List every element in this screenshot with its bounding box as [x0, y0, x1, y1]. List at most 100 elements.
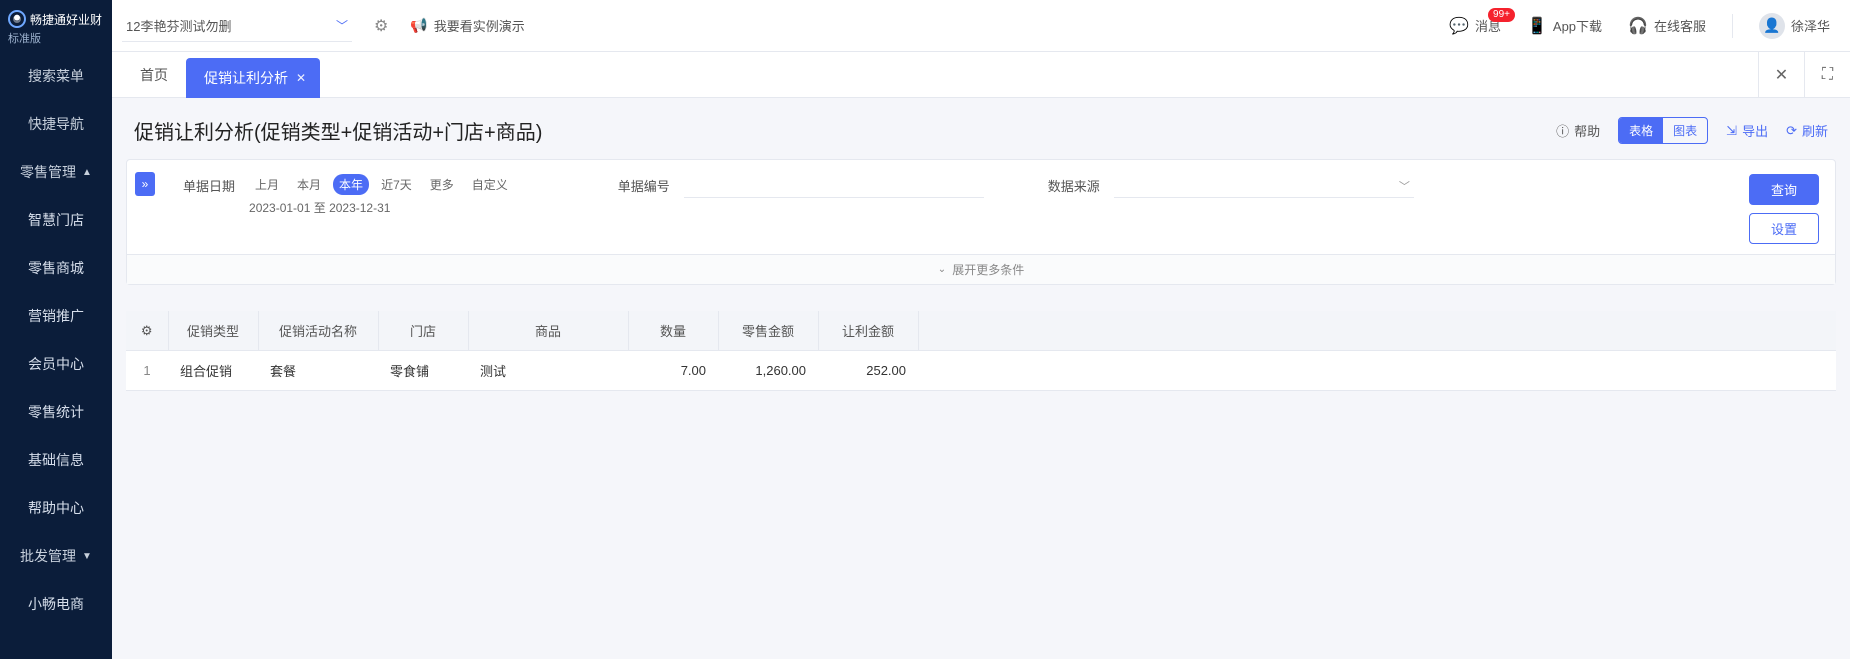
- export-button[interactable]: ⇲ 导出: [1726, 121, 1768, 140]
- refresh-label: 刷新: [1802, 121, 1828, 140]
- doc-no-input[interactable]: [684, 174, 984, 198]
- double-chevron-down-icon: ⌄: [938, 264, 946, 275]
- cell-discount: 252.00: [818, 351, 918, 391]
- filter-panel: » 单据日期 上月 本月 本年 近7天 更多 自定义: [126, 159, 1836, 285]
- col-discount: 让利金额: [818, 311, 918, 351]
- view-chart-button[interactable]: 图表: [1663, 118, 1707, 143]
- col-promo-type: 促销类型: [168, 311, 258, 351]
- tab-promo-analysis-label: 促销让利分析: [204, 68, 288, 88]
- chat-icon: 💬: [1449, 16, 1469, 36]
- user-menu[interactable]: 👤 徐泽华: [1755, 13, 1834, 39]
- support-button[interactable]: 🎧 在线客服: [1624, 16, 1710, 36]
- sidebar-item-quicknav[interactable]: 快捷导航: [0, 100, 112, 148]
- date-range-display: 2023-01-01 至 2023-12-31: [249, 199, 514, 216]
- export-label: 导出: [1742, 121, 1768, 140]
- demo-link-label: 我要看实例演示: [434, 16, 525, 35]
- col-product: 商品: [468, 311, 628, 351]
- settings-icon[interactable]: ⚙: [370, 16, 392, 36]
- col-store: 门店: [378, 311, 468, 351]
- brand-name: 畅捷通好业财: [30, 11, 102, 28]
- sidebar-item-baseinfo[interactable]: 基础信息: [0, 436, 112, 484]
- chevron-down-icon: ﹀: [1399, 178, 1410, 194]
- page-header: 促销让利分析(促销类型+促销活动+门店+商品) ⓘ 帮助 表格 图表 ⇲ 导出: [126, 98, 1836, 159]
- sidebar-item-help[interactable]: 帮助中心: [0, 484, 112, 532]
- help-icon: ⓘ: [1556, 121, 1569, 140]
- col-promo-name: 促销活动名称: [258, 311, 378, 351]
- gear-icon: ⚙: [141, 323, 153, 338]
- org-selector-value: 12李艳芬测试勿删: [126, 16, 231, 35]
- tab-promo-analysis[interactable]: 促销让利分析 ✕: [186, 58, 320, 98]
- filter-source: 数据来源 ﹀: [1048, 174, 1414, 198]
- topbar: 12李艳芬测试勿删 ﹀ ⚙ 📢 我要看实例演示 💬 消息 99+ 📱 App下载…: [112, 0, 1850, 52]
- tab-strip: 首页 促销让利分析 ✕ ✕ ⛶: [112, 52, 1850, 98]
- filter-doc-no-label: 单据编号: [618, 174, 670, 195]
- collapse-filter-button[interactable]: »: [135, 172, 155, 196]
- results-table: ⚙ 促销类型 促销活动名称 门店 商品 数量 零售金额 让利金额: [126, 311, 1836, 391]
- cell-store: 零食铺: [378, 351, 468, 391]
- export-icon: ⇲: [1726, 123, 1737, 139]
- col-amount: 零售金额: [718, 311, 818, 351]
- filter-date: 单据日期 上月 本月 本年 近7天 更多 自定义 2023-01-01 至 20…: [183, 174, 514, 216]
- sidebar: 畅捷通好业财 标准版 搜索菜单 快捷导航 零售管理 ▲ 智慧门店 零售商城 营销…: [0, 0, 112, 659]
- preset-last-month[interactable]: 上月: [249, 174, 285, 195]
- fullscreen-button[interactable]: ⛶: [1804, 52, 1850, 97]
- help-button[interactable]: ⓘ 帮助: [1556, 121, 1600, 140]
- close-all-tabs-button[interactable]: ✕: [1758, 52, 1804, 97]
- caret-up-icon: ▲: [82, 167, 92, 178]
- sidebar-item-retailstats[interactable]: 零售统计: [0, 388, 112, 436]
- brand-logo-icon: [8, 10, 26, 28]
- filter-source-label: 数据来源: [1048, 174, 1100, 195]
- col-spacer: [918, 311, 1836, 351]
- username: 徐泽华: [1791, 16, 1830, 35]
- speaker-icon: 📢: [410, 17, 427, 34]
- headset-icon: 🎧: [1628, 16, 1648, 36]
- preset-this-month[interactable]: 本月: [291, 174, 327, 195]
- col-qty: 数量: [628, 311, 718, 351]
- sidebar-item-xiaochang[interactable]: 小畅电商: [0, 580, 112, 628]
- support-label: 在线客服: [1654, 16, 1706, 35]
- sidebar-item-marketing[interactable]: 营销推广: [0, 292, 112, 340]
- sidebar-item-member[interactable]: 会员中心: [0, 340, 112, 388]
- download-button[interactable]: 📱 App下载: [1523, 16, 1606, 36]
- refresh-icon: ⟳: [1786, 123, 1797, 139]
- chevron-down-icon: ﹀: [336, 17, 348, 34]
- messages-button[interactable]: 💬 消息 99+: [1445, 16, 1505, 36]
- preset-more[interactable]: 更多: [424, 174, 460, 195]
- row-index: 1: [126, 351, 168, 391]
- sidebar-group-retail-label: 零售管理: [20, 162, 76, 182]
- tab-close-icon[interactable]: ✕: [296, 71, 306, 85]
- cell-promo-name: 套餐: [258, 351, 378, 391]
- sidebar-item-smartstore[interactable]: 智慧门店: [0, 196, 112, 244]
- cell-product: 测试: [468, 351, 628, 391]
- phone-icon: 📱: [1527, 16, 1547, 36]
- page-title: 促销让利分析(促销类型+促销活动+门店+商品): [134, 116, 542, 145]
- refresh-button[interactable]: ⟳ 刷新: [1786, 121, 1828, 140]
- sidebar-group-wholesale[interactable]: 批发管理 ▼: [0, 532, 112, 580]
- sidebar-item-search[interactable]: 搜索菜单: [0, 52, 112, 100]
- org-selector[interactable]: 12李艳芬测试勿删 ﹀: [122, 10, 352, 42]
- preset-custom[interactable]: 自定义: [466, 174, 514, 195]
- expand-filters-button[interactable]: ⌄ 展开更多条件: [127, 254, 1835, 284]
- brand-edition: 标准版: [8, 30, 104, 46]
- expand-filters-label: 展开更多条件: [952, 261, 1024, 278]
- cell-amount: 1,260.00: [718, 351, 818, 391]
- caret-down-icon: ▼: [82, 551, 92, 562]
- query-button[interactable]: 查询: [1749, 174, 1819, 205]
- filter-doc-no: 单据编号: [618, 174, 984, 198]
- table-row[interactable]: 1 组合促销 套餐 零食铺 测试 7.00 1,260.00 252.00: [126, 351, 1836, 391]
- preset-this-year[interactable]: 本年: [333, 174, 369, 195]
- tab-home[interactable]: 首页: [122, 52, 186, 97]
- column-settings-button[interactable]: ⚙: [126, 311, 168, 351]
- avatar-icon: 👤: [1759, 13, 1785, 39]
- cell-qty: 7.00: [628, 351, 718, 391]
- sidebar-group-retail[interactable]: 零售管理 ▲: [0, 148, 112, 196]
- sidebar-item-retailmall[interactable]: 零售商城: [0, 244, 112, 292]
- help-label: 帮助: [1574, 121, 1600, 140]
- cell-promo-type: 组合促销: [168, 351, 258, 391]
- view-table-button[interactable]: 表格: [1619, 118, 1663, 143]
- demo-link[interactable]: 📢 我要看实例演示: [410, 16, 524, 35]
- preset-last7[interactable]: 近7天: [375, 174, 418, 195]
- source-select[interactable]: [1114, 174, 1414, 198]
- sidebar-group-wholesale-label: 批发管理: [20, 546, 76, 566]
- filter-settings-button[interactable]: 设置: [1749, 213, 1819, 244]
